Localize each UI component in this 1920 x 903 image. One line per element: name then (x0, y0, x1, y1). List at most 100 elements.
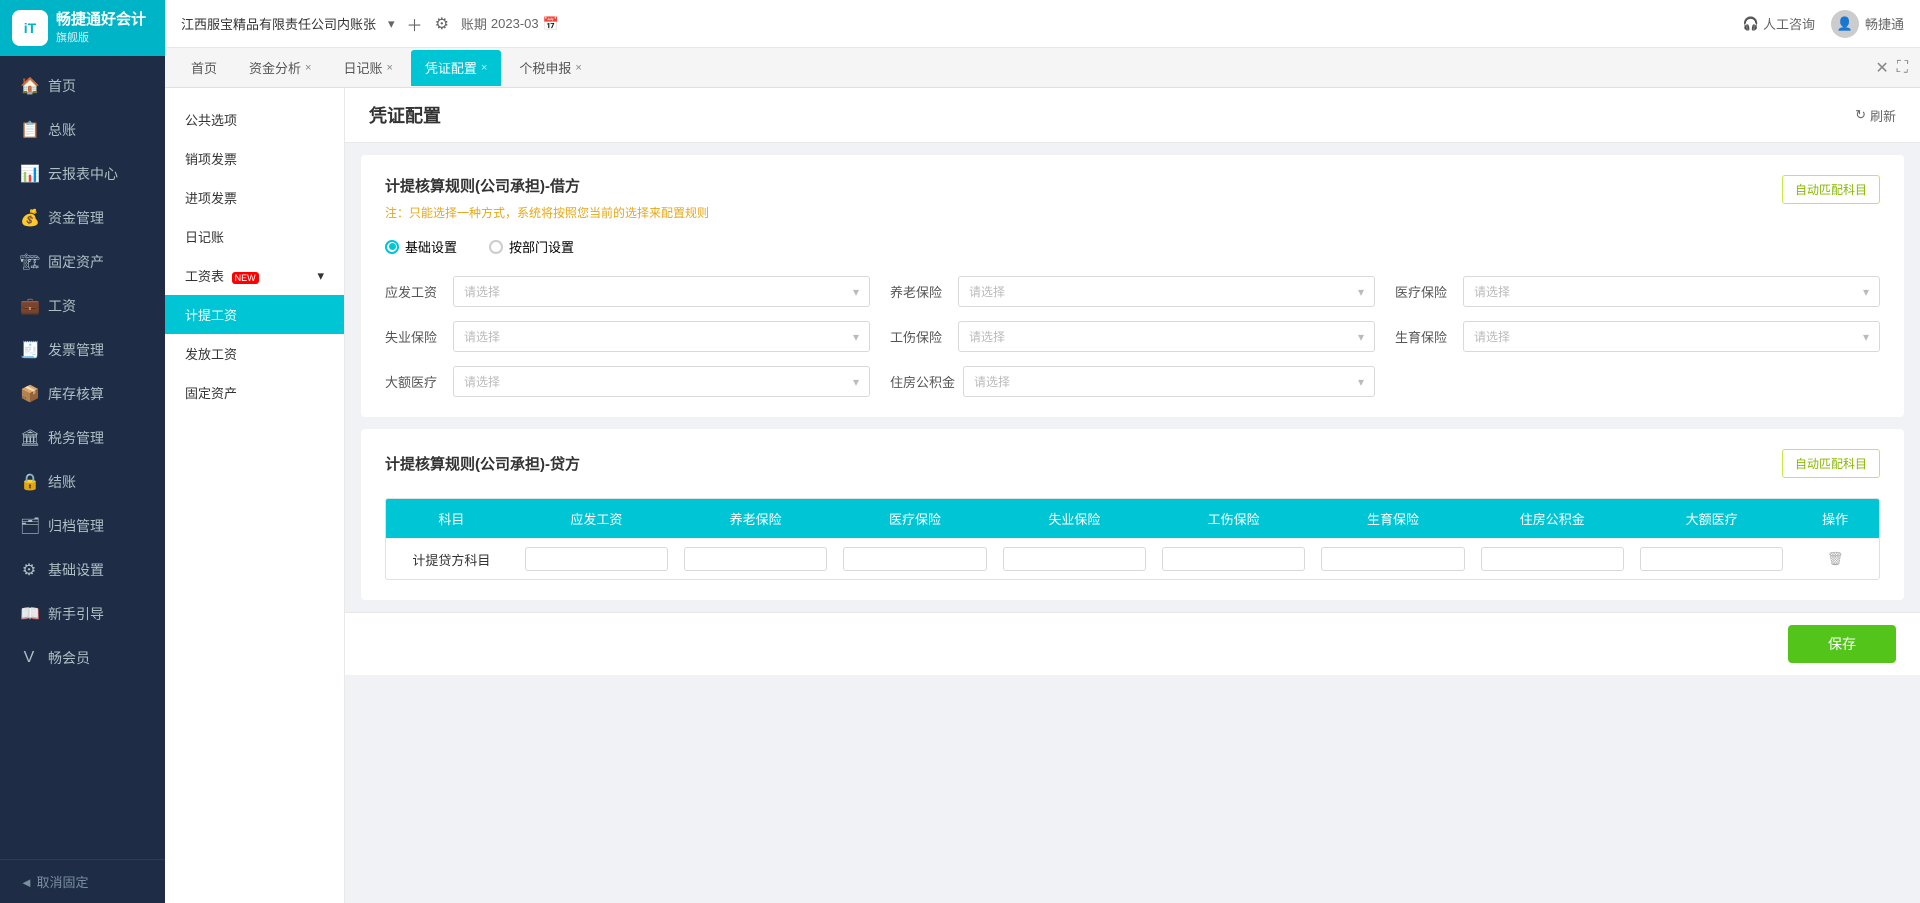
sidebar-item-inventory[interactable]: 📦库存核算 (0, 372, 165, 416)
delete-icon[interactable]: 🗑 (1827, 551, 1844, 567)
content-area: 公共选项销项发票进项发票日记账工资表 NEW▾计提工资发放工资固定资产 凭证配置… (165, 88, 1920, 903)
sidebar-item-assets[interactable]: 🏗固定资产 (0, 240, 165, 284)
credit-auto-match-button[interactable]: 自动匹配科目 (1782, 449, 1880, 478)
sidebar-item-fund[interactable]: 💰资金管理 (0, 196, 165, 240)
cell-0-1[interactable] (676, 539, 835, 579)
field-unemployment: 失业保险 请选择 ▾ (385, 321, 870, 352)
basic-icon: ⚙ (20, 560, 38, 580)
sub-item-public[interactable]: 公共选项 (165, 100, 344, 139)
tab-close-icon[interactable]: × (481, 62, 487, 74)
sidebar-item-guide[interactable]: 📖新手引导 (0, 592, 165, 636)
input-0-2[interactable] (843, 547, 986, 571)
avatar: 👤 (1831, 10, 1859, 38)
field-placeholder-housing_fund: 请选择 (974, 373, 1010, 390)
sidebar-item-label: 发票管理 (48, 340, 104, 360)
cell-0-7[interactable] (1632, 539, 1791, 579)
user-menu[interactable]: 👤 畅捷通 (1831, 10, 1904, 38)
sidebar-item-basic[interactable]: ⚙ 基础设置 (0, 548, 165, 592)
field-select-unemployment[interactable]: 请选择 ▾ (453, 321, 870, 352)
invoice-icon: 🧾 (20, 340, 38, 360)
field-select-maternity[interactable]: 请选择 ▾ (1463, 321, 1880, 352)
input-0-3[interactable] (1003, 547, 1146, 571)
sidebar-item-label: 基础设置 (48, 560, 104, 580)
settings-icon[interactable]: ⚙ (435, 14, 449, 34)
sidebar-item-member[interactable]: V畅会员 (0, 636, 165, 680)
thead-1: 应发工资 (517, 499, 676, 538)
cell-0-5[interactable] (1313, 539, 1472, 579)
radio-basic[interactable]: 基础设置 (385, 237, 457, 256)
sub-item-calc_salary[interactable]: 计提工资 (165, 295, 344, 334)
maximize-icon[interactable]: ⛶ (1897, 59, 1908, 77)
sub-item-fixed_assets[interactable]: 固定资产 (165, 373, 344, 412)
close-tab-icon[interactable]: ✕ (1875, 58, 1888, 78)
sidebar-item-ledger[interactable]: 📋 总账 (0, 108, 165, 152)
field-select-pension[interactable]: 请选择 ▾ (958, 276, 1375, 307)
thead-3: 医疗保险 (835, 499, 994, 538)
tab-diary[interactable]: 日记账 × (329, 50, 406, 86)
save-button[interactable]: 保存 (1788, 625, 1896, 663)
sidebar-item-tax[interactable]: 🏛税务管理 (0, 416, 165, 460)
thead-7: 住房公积金 (1473, 499, 1632, 538)
field-select-housing_fund[interactable]: 请选择 ▾ (963, 366, 1375, 397)
reports-icon: 📊 (20, 164, 38, 184)
radio-basic-circle (385, 240, 399, 254)
tab-tax[interactable]: 个税申报 × (505, 50, 595, 86)
tab-home[interactable]: 首页 (177, 50, 231, 86)
cell-0-4[interactable] (1154, 539, 1313, 579)
company-dropdown-icon[interactable]: ▾ (388, 16, 395, 32)
field-select-apply_salary[interactable]: 请选择 ▾ (453, 276, 870, 307)
field-placeholder-unemployment: 请选择 (464, 328, 500, 345)
delete-cell[interactable]: 🗑 (1791, 539, 1879, 579)
sidebar-item-home[interactable]: 🏠首页 (0, 64, 165, 108)
input-0-5[interactable] (1321, 547, 1464, 571)
sub-item-purchase[interactable]: 进项发票 (165, 178, 344, 217)
support-label: 人工咨询 (1763, 14, 1815, 33)
input-0-7[interactable] (1640, 547, 1783, 571)
sub-item-salary_table[interactable]: 工资表 NEW▾ (165, 256, 344, 295)
tab-fund[interactable]: 资金分析 × (235, 50, 325, 86)
sidebar-item-label: 总账 (48, 120, 76, 140)
thead-0: 科目 (386, 499, 517, 538)
ledger-icon: 📋 (20, 120, 38, 140)
input-0-6[interactable] (1481, 547, 1624, 571)
support-button[interactable]: 🎧 人工咨询 (1743, 14, 1815, 33)
cell-0-2[interactable] (835, 539, 994, 579)
input-0-4[interactable] (1162, 547, 1305, 571)
field-select-medical[interactable]: 请选择 ▾ (1463, 276, 1880, 307)
cell-0-0[interactable] (517, 539, 676, 579)
dropdown-icon-unemployment: ▾ (853, 330, 859, 344)
sidebar-item-salary[interactable]: 💼工资 (0, 284, 165, 328)
tab-close-icon[interactable]: × (386, 62, 392, 74)
sidebar-item-archive[interactable]: 🗂归档管理 (0, 504, 165, 548)
radio-dept[interactable]: 按部门设置 (489, 237, 574, 256)
input-0-0[interactable] (525, 547, 668, 571)
assets-icon: 🏗 (20, 252, 38, 272)
input-0-1[interactable] (684, 547, 827, 571)
cell-0-6[interactable] (1473, 539, 1632, 579)
tab-close-icon[interactable]: × (575, 62, 581, 74)
field-select-injury[interactable]: 请选择 ▾ (958, 321, 1375, 352)
cell-0-3[interactable] (995, 539, 1154, 579)
radio-dept-label: 按部门设置 (509, 237, 574, 256)
sub-item-diary[interactable]: 日记账 (165, 217, 344, 256)
cancel-fixed-button[interactable]: ◄ 取消固定 (0, 859, 165, 903)
debit-auto-match-button[interactable]: 自动匹配科目 (1782, 175, 1880, 204)
tab-close-icon[interactable]: × (305, 62, 311, 74)
refresh-button[interactable]: ↻ 刷新 (1855, 106, 1896, 125)
calendar-icon[interactable]: 📅 (543, 16, 559, 32)
dropdown-icon-pension: ▾ (1358, 285, 1364, 299)
tab-label: 个税申报 (519, 58, 571, 77)
sub-item-sales[interactable]: 销项发票 (165, 139, 344, 178)
sidebar-item-invoice[interactable]: 🧾 发票管理 (0, 328, 165, 372)
add-account-button[interactable]: ＋ (407, 12, 423, 36)
sidebar-item-reports[interactable]: 📊云报表中心 (0, 152, 165, 196)
field-select-large_medical[interactable]: 请选择 ▾ (453, 366, 870, 397)
tab-voucher[interactable]: 凭证配置 × (411, 50, 501, 86)
sidebar-item-close[interactable]: 🔒结账 (0, 460, 165, 504)
page-title: 凭证配置 (369, 102, 441, 128)
page-content: 凭证配置 ↻ 刷新 计提核算规则(公司承担)-借方 注：只能选择一种方式，系统将… (345, 88, 1920, 903)
sidebar-item-label: 资金管理 (48, 208, 104, 228)
member-icon: V (20, 649, 38, 667)
dropdown-icon-housing_fund: ▾ (1358, 375, 1364, 389)
sub-item-pay_salary[interactable]: 发放工资 (165, 334, 344, 373)
